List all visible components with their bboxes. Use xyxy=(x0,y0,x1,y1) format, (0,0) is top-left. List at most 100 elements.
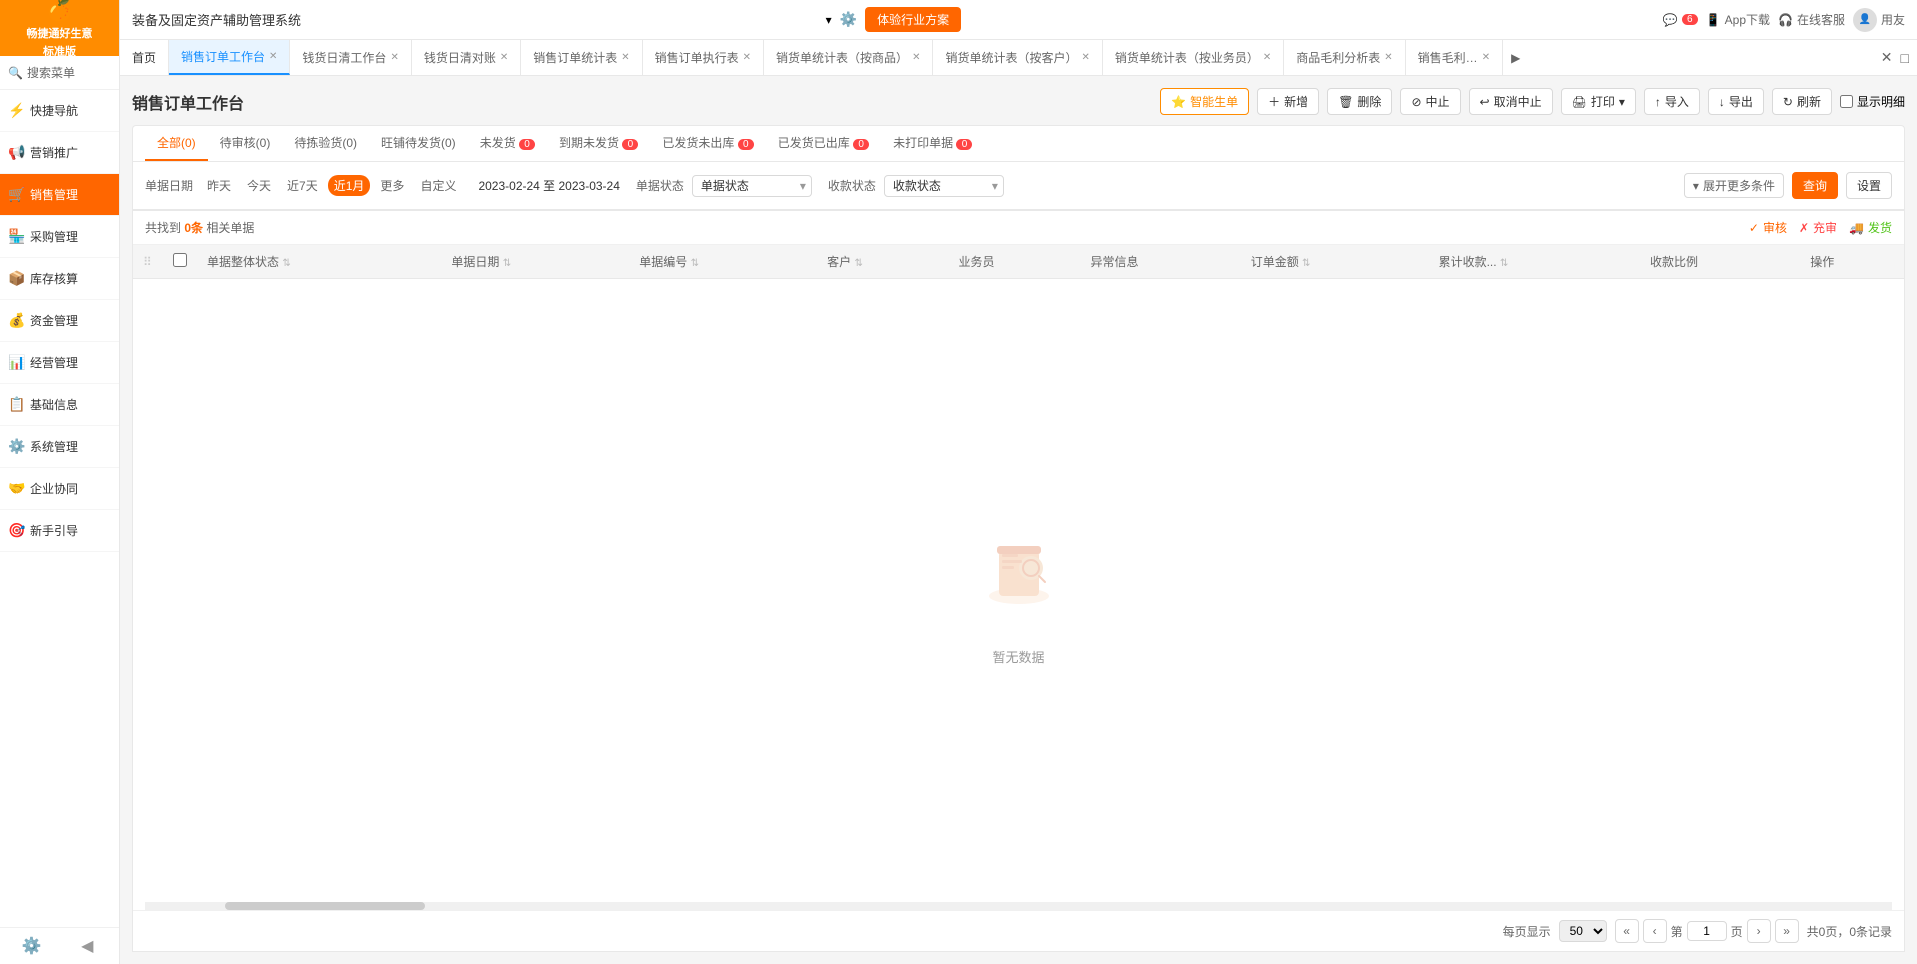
page-number-input[interactable] xyxy=(1687,921,1727,941)
filter-tab-wangpu-ship[interactable]: 旺铺待发货(0) xyxy=(369,126,468,161)
show-detail-checkbox[interactable]: 显示明细 xyxy=(1840,93,1905,110)
tab-goods-customer[interactable]: 销货单统计表（按客户） ✕ xyxy=(933,40,1102,75)
horizontal-scrollbar[interactable] xyxy=(145,902,1892,910)
filter-tab-pending-review[interactable]: 待审核(0) xyxy=(208,126,283,161)
tab-close-sales-workbench[interactable]: ✕ xyxy=(269,51,277,62)
select-all-checkbox[interactable] xyxy=(173,253,187,267)
user-btn[interactable]: 👤 用友 xyxy=(1853,8,1905,32)
filter-tab-unprinted[interactable]: 未打印单据 0 xyxy=(881,126,984,161)
reject-action-btn[interactable]: ✗ 充审 xyxy=(1799,219,1837,236)
smart-btn[interactable]: ⭐ 智能生单 xyxy=(1160,88,1249,115)
sort-arrows-date[interactable]: ⇅ xyxy=(503,258,511,269)
expand-conditions-btn[interactable]: ▾ 展开更多条件 xyxy=(1684,173,1784,198)
cancel-suspend-btn[interactable]: ↩ 取消中止 xyxy=(1469,88,1553,115)
payment-select[interactable]: 收款状态 xyxy=(884,175,1004,197)
filter-tab-shipped-out[interactable]: 已发货已出库 0 xyxy=(766,126,881,161)
filter-tab-overdue-unshipped[interactable]: 到期未发货 0 xyxy=(547,126,650,161)
sidebar-item-purchase[interactable]: 🏪 采购管理 xyxy=(0,216,119,258)
tab-sales-gross[interactable]: 销售毛利… ✕ xyxy=(1406,40,1503,75)
date-opt-today[interactable]: 今天 xyxy=(241,175,277,196)
sort-arrows-accumulated[interactable]: ⇅ xyxy=(1500,258,1508,269)
industry-btn[interactable]: 体验行业方案 xyxy=(865,7,961,32)
tab-sales-workbench[interactable]: 销售订单工作台 ✕ xyxy=(169,40,290,75)
sort-arrows-status[interactable]: ⇅ xyxy=(282,258,290,269)
page-prev-btn[interactable]: ‹ xyxy=(1643,919,1667,943)
tab-sales-exec[interactable]: 销售订单执行表 ✕ xyxy=(643,40,764,75)
dropdown-arrow[interactable]: ▾ xyxy=(826,13,832,27)
add-btn[interactable]: ＋ 新增 xyxy=(1257,88,1319,115)
header-settings-btn[interactable]: ⚙️ xyxy=(840,11,857,28)
tab-close-cash-reconcile[interactable]: ✕ xyxy=(500,52,508,63)
tab-more-btn[interactable]: ▶ xyxy=(1503,40,1528,75)
home-tab-label: 首页 xyxy=(132,49,156,66)
tab-cash-daily[interactable]: 钱货日清工作台 ✕ xyxy=(290,40,411,75)
table-area: 共找到 0条 相关单据 ✓ 审核 ✗ 充审 🚚 发货 xyxy=(132,210,1905,952)
page-last-btn[interactable]: » xyxy=(1775,919,1799,943)
date-opt-yesterday[interactable]: 昨天 xyxy=(201,175,237,196)
filter-tab-pending-check[interactable]: 待拣验货(0) xyxy=(282,126,369,161)
tab-sales-stats[interactable]: 销售订单统计表 ✕ xyxy=(521,40,642,75)
tab-close-sales-gross[interactable]: ✕ xyxy=(1482,52,1490,63)
sidebar-item-finance[interactable]: 💰 资金管理 xyxy=(0,300,119,342)
date-opt-7days[interactable]: 近7天 xyxy=(281,175,324,196)
detail-checkbox-input[interactable] xyxy=(1840,95,1853,108)
sidebar-item-inventory[interactable]: 📦 库存核算 xyxy=(0,258,119,300)
refresh-btn[interactable]: ↻ 刷新 xyxy=(1772,88,1832,115)
tab-goods-product[interactable]: 销货单统计表（按商品） ✕ xyxy=(764,40,933,75)
tab-maximize-btn[interactable]: □ xyxy=(1901,50,1909,66)
sidebar-item-sales[interactable]: 🛒 销售管理 xyxy=(0,174,119,216)
date-opt-more[interactable]: 更多 xyxy=(374,175,410,196)
import-btn[interactable]: ↑ 导入 xyxy=(1644,88,1700,115)
sidebar-search[interactable]: 🔍 搜索菜单 xyxy=(0,56,119,90)
tab-close-sales-stats[interactable]: ✕ xyxy=(621,52,629,63)
th-status: 单据整体状态 ⇅ xyxy=(197,245,441,279)
collapse-btn[interactable]: ◀ xyxy=(64,936,112,956)
tab-home[interactable]: 首页 xyxy=(120,40,169,75)
tab-cash-reconcile[interactable]: 钱货日清对账 ✕ xyxy=(412,40,521,75)
tab-close-goods-salesman[interactable]: ✕ xyxy=(1263,52,1271,63)
sidebar-item-enterprise[interactable]: 🤝 企业协同 xyxy=(0,468,119,510)
date-filter-label: 单据日期 xyxy=(145,177,193,194)
sidebar-item-marketing[interactable]: 📢 营销推广 xyxy=(0,132,119,174)
tab-gross-profit[interactable]: 商品毛利分析表 ✕ xyxy=(1284,40,1405,75)
app-download-btn[interactable]: 📱 App下载 xyxy=(1706,11,1770,28)
page-next-btn[interactable]: › xyxy=(1747,919,1771,943)
sidebar-item-quick-nav[interactable]: ⚡ 快捷导航 xyxy=(0,90,119,132)
date-opt-month[interactable]: 近1月 xyxy=(328,175,371,196)
suspend-btn[interactable]: ⊘ 中止 xyxy=(1400,88,1460,115)
online-service-btn[interactable]: 🎧 在线客服 xyxy=(1778,11,1845,28)
page-size-select[interactable]: 50 xyxy=(1559,920,1607,942)
empty-state: 暂无数据 xyxy=(133,279,1904,902)
tab-close-all-btn[interactable]: ✕ xyxy=(1881,49,1893,66)
filter-settings-btn[interactable]: 设置 xyxy=(1846,172,1892,199)
tab-close-cash-daily[interactable]: ✕ xyxy=(390,52,398,63)
tab-close-goods-product[interactable]: ✕ xyxy=(912,52,920,63)
delete-btn[interactable]: 🗑 删除 xyxy=(1327,88,1392,115)
filter-tab-shipped-not-out[interactable]: 已发货未出库 0 xyxy=(650,126,765,161)
query-btn[interactable]: 查询 xyxy=(1792,172,1838,199)
message-btn[interactable]: 💬 6 xyxy=(1663,13,1698,27)
print-btn[interactable]: 🖨 打印 ▾ xyxy=(1561,88,1636,115)
tab-close-gross-profit[interactable]: ✕ xyxy=(1384,52,1392,63)
sort-arrows-amount[interactable]: ⇅ xyxy=(1302,258,1310,269)
approve-action-btn[interactable]: ✓ 审核 xyxy=(1749,219,1787,236)
filter-tab-all[interactable]: 全部(0) xyxy=(145,126,208,161)
sidebar-item-new-guide[interactable]: 🎯 新手引导 xyxy=(0,510,119,552)
ship-action-btn[interactable]: 🚚 发货 xyxy=(1849,219,1892,236)
filter-tab-unshipped[interactable]: 未发货 0 xyxy=(468,126,547,161)
settings-bottom-btn[interactable]: ⚙️ xyxy=(8,936,56,956)
sidebar-item-basic-info[interactable]: 📋 基础信息 xyxy=(0,384,119,426)
sort-arrows-number[interactable]: ⇅ xyxy=(691,258,699,269)
sidebar-item-system-mgmt[interactable]: ⚙️ 系统管理 xyxy=(0,426,119,468)
tab-close-sales-exec[interactable]: ✕ xyxy=(743,52,751,63)
quick-nav-icon: ⚡ xyxy=(8,102,24,119)
status-select[interactable]: 单据状态 xyxy=(692,175,812,197)
page-first-btn[interactable]: « xyxy=(1615,919,1639,943)
date-opt-custom[interactable]: 自定义 xyxy=(414,175,462,196)
scrollbar-thumb[interactable] xyxy=(225,902,425,910)
sort-arrows-customer[interactable]: ⇅ xyxy=(855,258,863,269)
export-btn[interactable]: ↓ 导出 xyxy=(1708,88,1764,115)
sidebar-item-operations[interactable]: 📊 经营管理 xyxy=(0,342,119,384)
tab-close-goods-customer[interactable]: ✕ xyxy=(1081,52,1089,63)
tab-goods-salesman[interactable]: 销货单统计表（按业务员） ✕ xyxy=(1103,40,1284,75)
